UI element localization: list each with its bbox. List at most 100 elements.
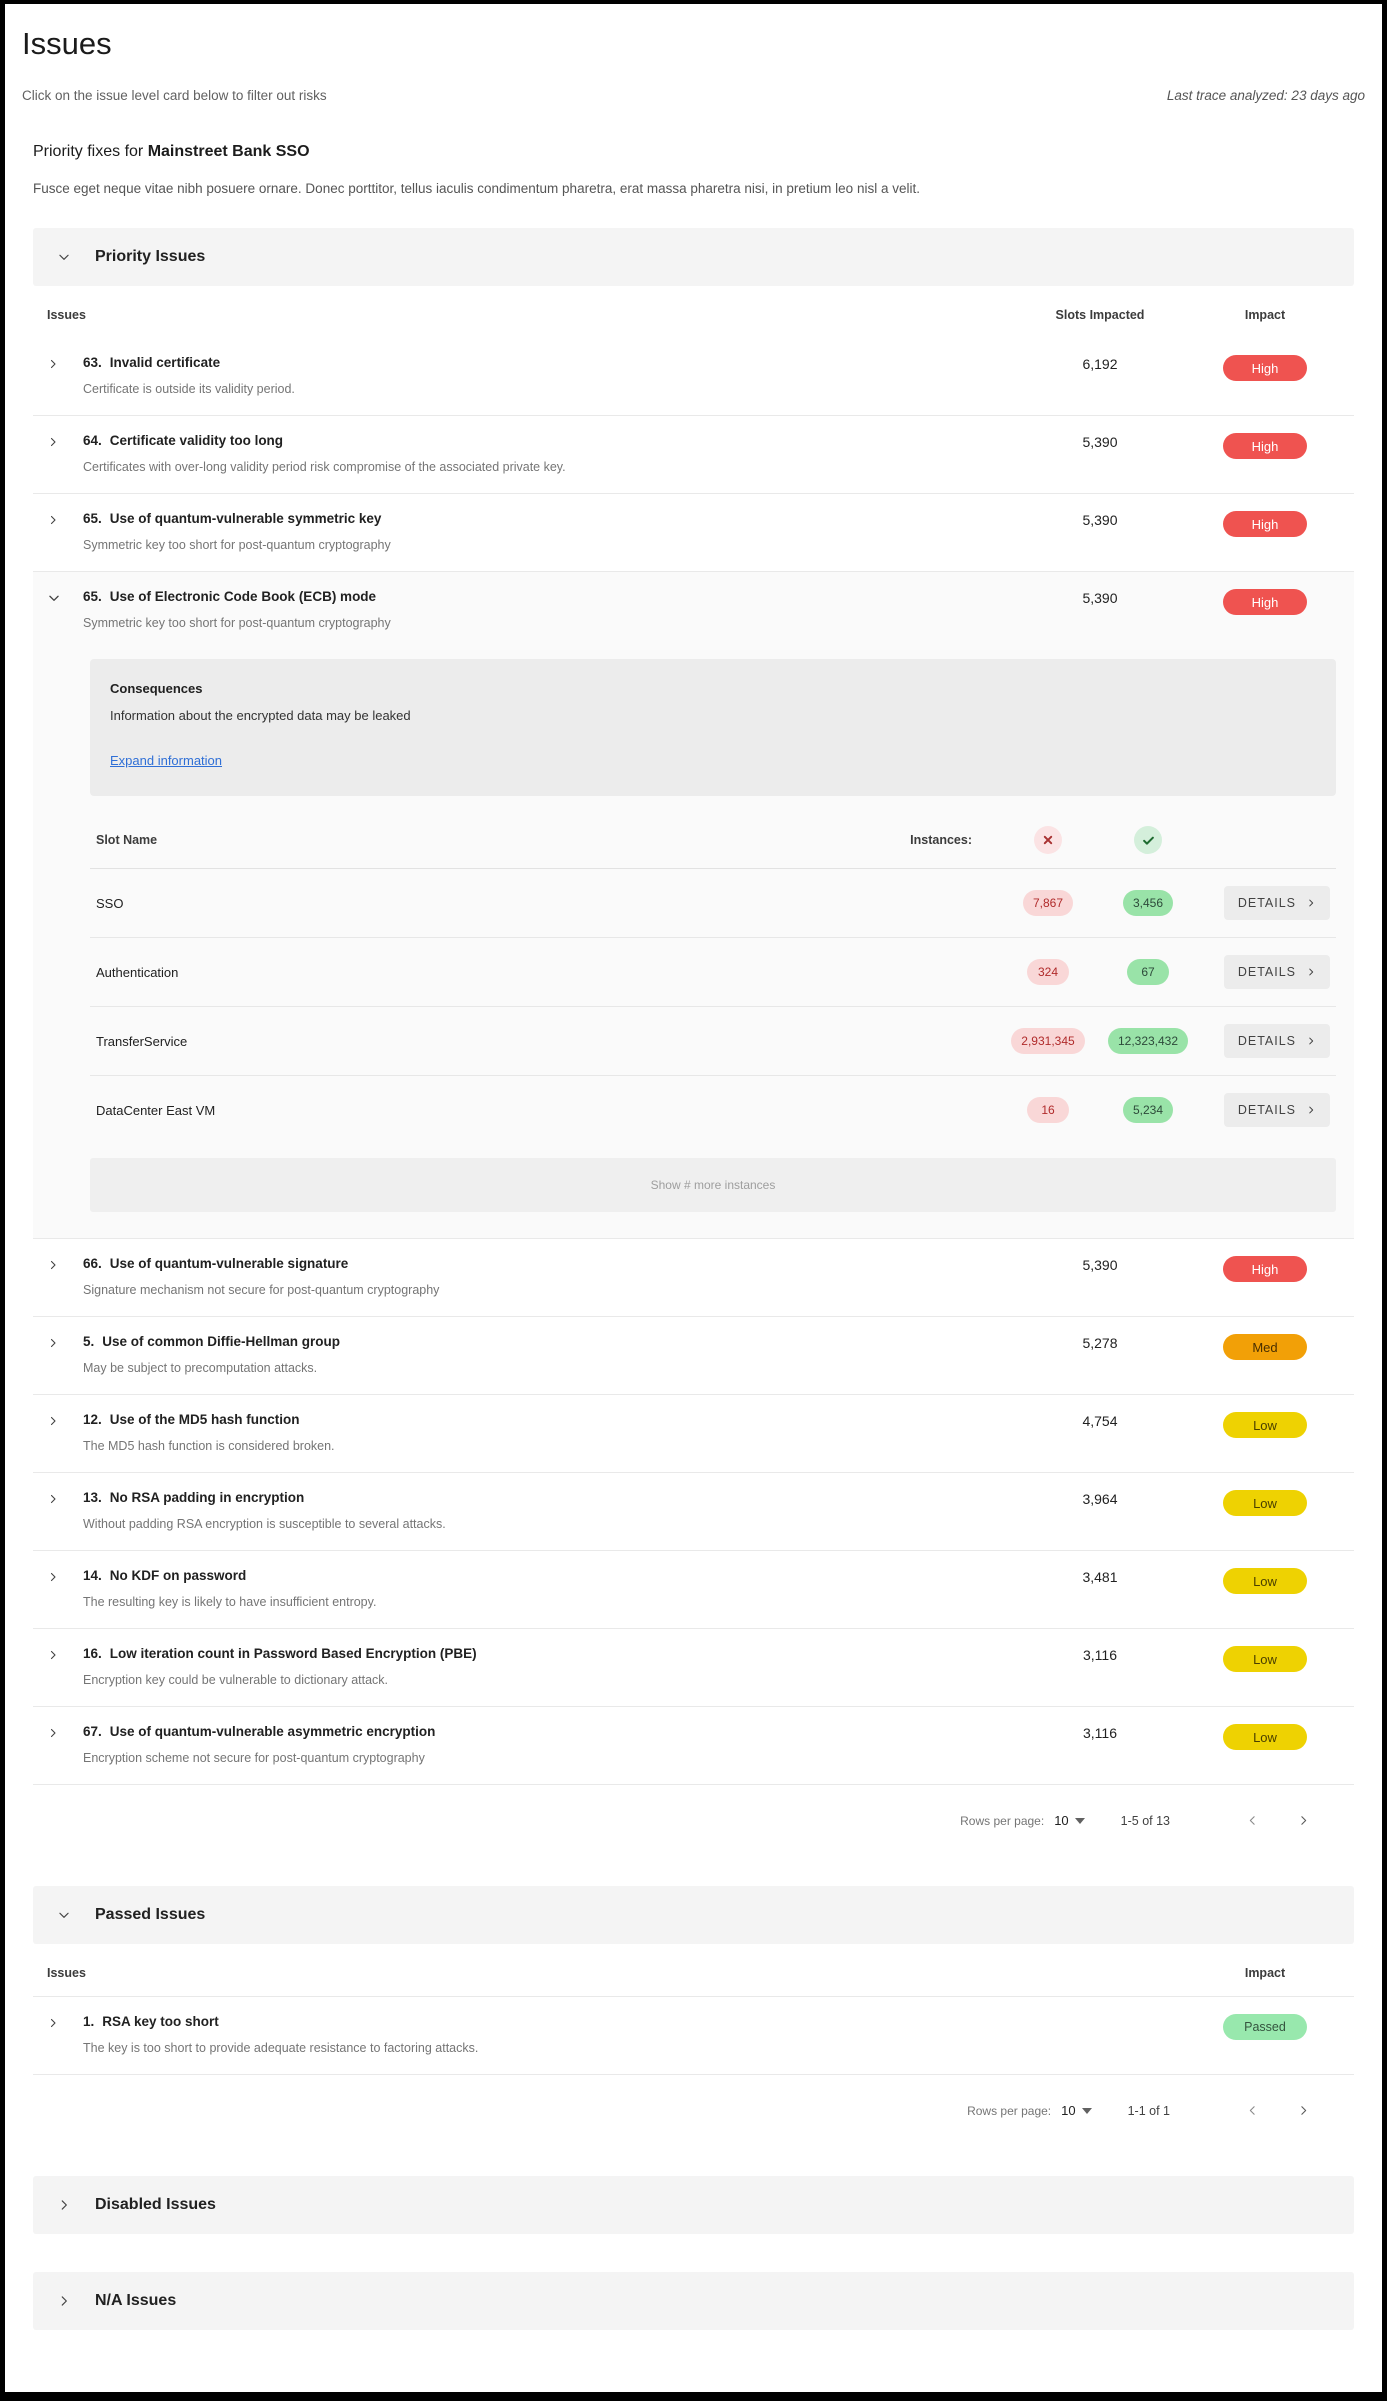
chevron-right-icon	[1301, 1816, 1307, 1825]
slot-name: TransferService	[96, 1033, 188, 1049]
expand-information-link[interactable]: Expand information	[110, 753, 222, 768]
slots-impacted-value: 5,390	[1082, 434, 1118, 450]
issue-number: 66.	[83, 1256, 102, 1271]
issue-row[interactable]: 66. Use of quantum-vulnerable signature S…	[33, 1239, 1354, 1317]
issue-row[interactable]: 1. RSA key too short The key is too short…	[33, 1996, 1354, 2075]
show-more-instances-button[interactable]: Show # more instances	[90, 1158, 1336, 1212]
issue-number: 16.	[83, 1646, 102, 1661]
pagination-range: 1-5 of 13	[1120, 1813, 1170, 1828]
issue-name: Use of quantum-vulnerable signature	[109, 1256, 349, 1271]
chevron-right-icon[interactable]	[47, 2014, 83, 2030]
passed-column-headers: Issues Impact	[33, 1944, 1354, 1996]
issue-row[interactable]: 63. Invalid certificate Certificate is ou…	[33, 338, 1354, 416]
intro-paragraph: Fusce eget neque vitae nibh posuere orna…	[33, 181, 920, 196]
issue-title: 5. Use of common Diffie-Hellman group	[83, 1334, 1010, 1349]
issue-row-expanded[interactable]: 65. Use of Electronic Code Book (ECB) mod…	[33, 572, 1354, 649]
issue-row[interactable]: 64. Certificate validity too long Certifi…	[33, 416, 1354, 494]
rows-per-page-select[interactable]: 10	[1054, 1813, 1085, 1828]
issue-name: Use of quantum-vulnerable asymmetric enc…	[109, 1724, 436, 1739]
details-label: DETAILS	[1237, 965, 1296, 979]
issue-row[interactable]: 16. Low iteration count in Password Based…	[33, 1629, 1354, 1707]
slot-name-header: Slot Name	[96, 833, 158, 847]
issue-title: 63. Invalid certificate	[83, 355, 1010, 370]
impact-badge: High	[1223, 433, 1307, 459]
issue-name: No KDF on password	[109, 1568, 247, 1583]
details-button[interactable]: DETAILS	[1223, 1024, 1330, 1058]
issue-title: 12. Use of the MD5 hash function	[83, 1412, 1010, 1427]
slots-impacted-value: 3,964	[1082, 1491, 1118, 1507]
column-header-issues: Issues	[47, 1966, 86, 1980]
chevron-right-icon	[1309, 968, 1314, 976]
column-header-impact: Impact	[1244, 308, 1286, 322]
details-button[interactable]: DETAILS	[1223, 1093, 1330, 1127]
fail-count-pill: 7,867	[1022, 890, 1074, 916]
chevron-right-icon[interactable]	[47, 355, 83, 371]
chevron-right-icon[interactable]	[47, 1568, 83, 1584]
issue-description: Encryption scheme not secure for post-qu…	[83, 1751, 425, 1765]
pass-count-pill: 3,456	[1122, 890, 1174, 916]
issue-row[interactable]: 12. Use of the MD5 hash function The MD5 …	[33, 1395, 1354, 1473]
chevron-down-icon[interactable]	[55, 248, 73, 266]
slot-row: DataCenter East VM Instances: 16 5,234 D…	[90, 1076, 1336, 1144]
chevron-right-icon[interactable]	[47, 1412, 83, 1428]
previous-page-button[interactable]	[1242, 1809, 1263, 1832]
previous-page-button[interactable]	[1242, 2099, 1263, 2122]
consequences-title: Consequences	[110, 681, 203, 696]
details-label: DETAILS	[1237, 1034, 1296, 1048]
issue-name: Use of Electronic Code Book (ECB) mode	[109, 589, 377, 604]
slot-instances-table: Slot Name Instances: SSO Instances: 7,86…	[90, 804, 1336, 1212]
disabled-issues-header[interactable]: Disabled Issues	[33, 2176, 1354, 2234]
details-button[interactable]: DETAILS	[1223, 955, 1330, 989]
dropdown-arrow-icon	[1081, 2107, 1092, 2114]
priority-fixes-prefix: Priority fixes for	[33, 143, 148, 160]
priority-fixes-target: Mainstreet Bank SSO	[147, 143, 310, 160]
issue-row[interactable]: 65. Use of quantum-vulnerable symmetric k…	[33, 494, 1354, 572]
chevron-right-icon[interactable]	[55, 2196, 73, 2214]
passed-issues-header[interactable]: Passed Issues	[33, 1886, 1354, 1944]
fail-count-pill: 16	[1027, 1097, 1069, 1123]
expanded-issue-block: 65. Use of Electronic Code Book (ECB) mod…	[33, 572, 1354, 1239]
consequences-panel: Consequences Information about the encry…	[90, 659, 1336, 796]
chevron-right-icon[interactable]	[47, 433, 83, 449]
impact-badge: High	[1223, 511, 1307, 537]
priority-pagination: Rows per page: 10 1-5 of 13	[33, 1785, 1354, 1848]
dropdown-arrow-icon	[1074, 1817, 1085, 1824]
chevron-right-icon[interactable]	[47, 1724, 83, 1740]
issue-row[interactable]: 13. No RSA padding in encryption Without …	[33, 1473, 1354, 1551]
chevron-right-icon	[1309, 1037, 1314, 1045]
chevron-right-icon[interactable]	[47, 1490, 83, 1506]
chevron-left-icon	[1249, 2106, 1255, 2115]
chevron-right-icon[interactable]	[47, 1334, 83, 1350]
section-title: Priority Issues	[95, 248, 206, 265]
issue-number: 1.	[83, 2014, 95, 2029]
slot-row: Authentication Instances: 324 67 DETAILS	[90, 938, 1336, 1007]
issue-row[interactable]: 14. No KDF on password The resulting key …	[33, 1551, 1354, 1629]
rows-per-page-select[interactable]: 10	[1061, 2103, 1092, 2118]
impact-badge: High	[1223, 355, 1307, 381]
issue-title: 64. Certificate validity too long	[83, 433, 1010, 448]
chevron-right-icon	[1309, 899, 1314, 907]
chevron-right-icon[interactable]	[47, 1256, 83, 1272]
chevron-right-icon[interactable]	[47, 1646, 83, 1662]
issue-number: 65.	[83, 589, 102, 604]
priority-issues-header[interactable]: Priority Issues	[33, 228, 1354, 286]
issue-number: 5.	[83, 1334, 95, 1349]
slot-table-header: Slot Name Instances:	[90, 804, 1336, 869]
chevron-down-icon[interactable]	[55, 1906, 73, 1924]
issue-name: RSA key too short	[102, 2014, 219, 2029]
issue-description: Encryption key could be vulnerable to di…	[83, 1673, 389, 1687]
slots-impacted-value: 5,390	[1082, 1257, 1118, 1273]
na-issues-header[interactable]: N/A Issues	[33, 2272, 1354, 2330]
issue-name: Low iteration count in Password Based En…	[109, 1646, 477, 1661]
next-page-button[interactable]	[1293, 1809, 1314, 1832]
issue-row[interactable]: 5. Use of common Diffie-Hellman group May…	[33, 1317, 1354, 1395]
chevron-down-icon[interactable]	[47, 589, 83, 605]
consequences-text: Information about the encrypted data may…	[110, 708, 411, 723]
impact-badge: Med	[1223, 1334, 1307, 1360]
details-button[interactable]: DETAILS	[1223, 886, 1330, 920]
issue-row[interactable]: 67. Use of quantum-vulnerable asymmetric …	[33, 1707, 1354, 1785]
pagination-range: 1-1 of 1	[1127, 2103, 1170, 2118]
chevron-right-icon[interactable]	[47, 511, 83, 527]
next-page-button[interactable]	[1293, 2099, 1314, 2122]
section-title: Passed Issues	[95, 1906, 206, 1923]
